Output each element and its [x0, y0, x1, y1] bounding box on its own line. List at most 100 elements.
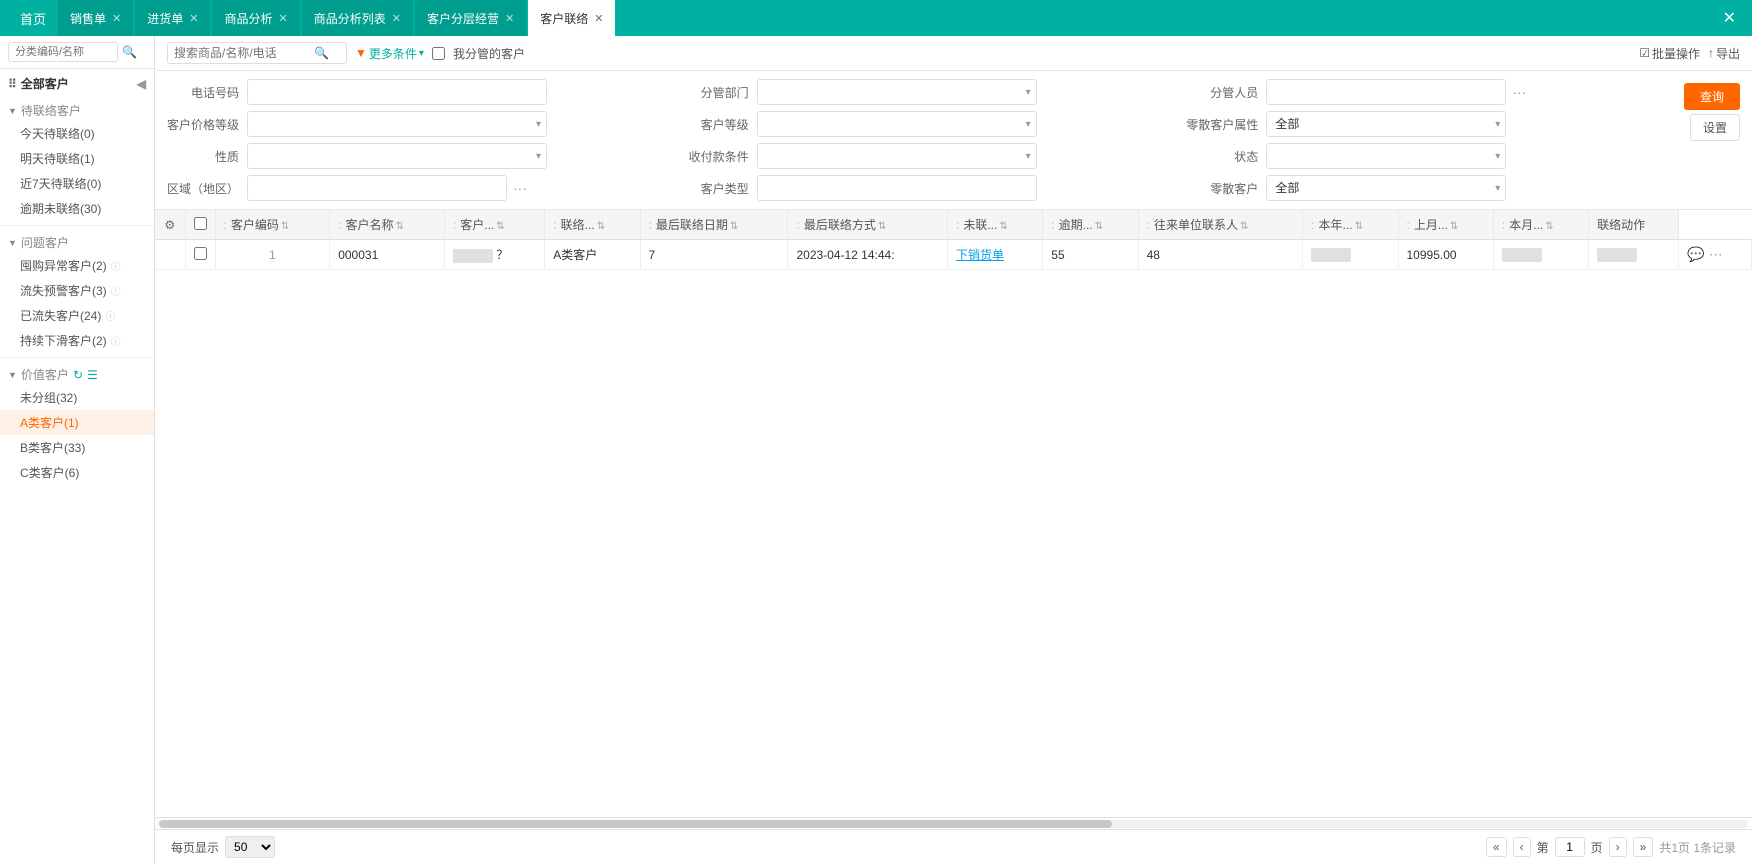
- pending-contact-group[interactable]: ▼ 待联络客户: [0, 98, 154, 121]
- region-input[interactable]: [247, 175, 507, 201]
- settings-button[interactable]: 设置: [1690, 114, 1740, 141]
- region-dots[interactable]: ···: [507, 180, 533, 196]
- col-sep-4: :: [553, 218, 556, 232]
- row-action-icon-2[interactable]: ⋯: [1709, 246, 1723, 263]
- horizontal-scrollbar[interactable]: [155, 817, 1752, 829]
- close-tab-customer-segment[interactable]: ✕: [505, 12, 514, 25]
- data-table-container: ⚙ :客户编码⇅ :客户名称⇅ :客户...⇅ :联络...⇅ :最后联络日期⇅…: [155, 210, 1752, 817]
- department-select-wrapper: ▾: [757, 79, 1037, 105]
- payment-select[interactable]: [757, 143, 1037, 169]
- col-customer-code: :客户编码⇅: [215, 210, 330, 240]
- sort-icon-contact[interactable]: ⇅: [597, 221, 605, 232]
- col-sep-11: :: [1407, 218, 1410, 232]
- row-contact-count: 7: [640, 240, 788, 270]
- scrollbar-thumb[interactable]: [159, 820, 1112, 828]
- problem-customers-group[interactable]: ▼ 问题客户: [0, 230, 154, 253]
- sidebar-item-c-class[interactable]: C类客户(6): [0, 460, 154, 485]
- more-conditions-button[interactable]: ▼ 更多条件 ▾: [355, 45, 424, 62]
- sidebar-item-loss-warning[interactable]: 流失预警客户(3) ⓘ: [0, 278, 154, 303]
- my-customers-check[interactable]: [432, 47, 445, 60]
- status-select[interactable]: [1266, 143, 1506, 169]
- sort-icon-this-month[interactable]: ⇅: [1545, 221, 1553, 232]
- department-field: 分管部门 ▾: [677, 79, 1167, 105]
- col-settings[interactable]: ⚙: [155, 210, 185, 240]
- nav-tab-customer-segment[interactable]: 客户分层经营 ✕: [415, 0, 526, 36]
- payment-select-wrapper: ▾: [757, 143, 1037, 169]
- nav-tab-analysis-list[interactable]: 商品分析列表 ✕: [302, 0, 413, 36]
- sort-icon-overdue[interactable]: ⇅: [1095, 221, 1103, 232]
- phone-label: 电话号码: [167, 84, 247, 101]
- row-checkbox[interactable]: [194, 247, 207, 260]
- close-tab-analysis[interactable]: ✕: [279, 12, 288, 25]
- col-checkbox[interactable]: [185, 210, 215, 240]
- sort-icon-name[interactable]: ⇅: [396, 221, 404, 232]
- last-page-button[interactable]: »: [1633, 837, 1654, 857]
- close-tab-purchase[interactable]: ✕: [189, 12, 198, 25]
- next-page-button[interactable]: ›: [1609, 837, 1627, 857]
- sidebar-item-lost-customers[interactable]: 已流失客户(24) ⓘ: [0, 303, 154, 328]
- phone-input[interactable]: [247, 79, 547, 105]
- sidebar-item-unclassified[interactable]: 未分组(32): [0, 385, 154, 410]
- sparse-attr-select[interactable]: 全部: [1266, 111, 1506, 137]
- nav-tab-purchase[interactable]: 进货单 ✕: [135, 0, 210, 36]
- sparse-customer-select[interactable]: 全部: [1266, 175, 1506, 201]
- sort-icon-method[interactable]: ⇅: [878, 221, 886, 232]
- last-contact-method-link[interactable]: 下销货单: [956, 248, 1004, 262]
- customer-name-placeholder: [453, 249, 493, 263]
- manager-dots[interactable]: ···: [1506, 84, 1532, 100]
- close-tab-customer-contact[interactable]: ✕: [594, 12, 603, 25]
- sort-icon-code[interactable]: ⇅: [281, 221, 289, 232]
- customer-grade-select[interactable]: [757, 111, 1037, 137]
- sort-icon-contacts[interactable]: ⇅: [1240, 221, 1248, 232]
- value-customers-group[interactable]: ▼ 价值客户 ↻ ☰: [0, 362, 154, 385]
- data-table: ⚙ :客户编码⇅ :客户名称⇅ :客户...⇅ :联络...⇅ :最后联络日期⇅…: [155, 210, 1752, 270]
- close-tab-analysis-list[interactable]: ✕: [392, 12, 401, 25]
- customer-type-input[interactable]: [757, 175, 1037, 201]
- prev-page-button[interactable]: ‹: [1513, 837, 1531, 857]
- batch-operation-button[interactable]: ☑ 批量操作: [1639, 45, 1700, 62]
- nav-tab-analysis[interactable]: 商品分析 ✕: [212, 0, 299, 36]
- sort-icon-last-month[interactable]: ⇅: [1450, 221, 1458, 232]
- row-action-icon-1[interactable]: 💬: [1687, 246, 1704, 263]
- my-customers-checkbox[interactable]: 我分管的客户: [432, 45, 525, 62]
- sidebar-search-icon[interactable]: 🔍: [122, 45, 137, 59]
- nav-home[interactable]: 首页: [8, 0, 58, 36]
- nature-select[interactable]: [247, 143, 547, 169]
- sidebar-item-today-contact[interactable]: 今天待联络(0): [0, 121, 154, 146]
- sort-icon-date[interactable]: ⇅: [730, 221, 738, 232]
- sidebar-item-b-class[interactable]: B类客户(33): [0, 435, 154, 460]
- query-button[interactable]: 查询: [1684, 83, 1740, 110]
- page-input[interactable]: [1555, 837, 1585, 857]
- region-field: 区域（地区） ···: [167, 175, 657, 201]
- department-select[interactable]: [757, 79, 1037, 105]
- price-grade-select-wrapper: ▾: [247, 111, 547, 137]
- col-customer-type: :客户...⇅: [444, 210, 544, 240]
- filter-row-4: 区域（地区） ··· 客户类型 零散客户 全部: [167, 175, 1676, 201]
- sidebar-item-7days-contact[interactable]: 近7天待联络(0): [0, 171, 154, 196]
- select-all-checkbox[interactable]: [194, 217, 207, 230]
- search-input[interactable]: [174, 46, 314, 60]
- nav-tab-sales[interactable]: 销售单 ✕: [58, 0, 133, 36]
- sort-icon-type[interactable]: ⇅: [496, 221, 504, 232]
- sidebar-search-input[interactable]: [8, 42, 118, 62]
- sidebar-item-a-class[interactable]: A类客户(1): [0, 410, 154, 435]
- search-button[interactable]: 🔍: [314, 46, 329, 60]
- global-close-button[interactable]: ✕: [1715, 8, 1744, 28]
- refresh-icon[interactable]: ↻: [73, 368, 83, 382]
- sidebar-item-overdue-contact[interactable]: 逾期未联络(30): [0, 196, 154, 221]
- close-tab-sales[interactable]: ✕: [112, 12, 121, 25]
- first-page-button[interactable]: «: [1486, 837, 1507, 857]
- sidebar-item-tomorrow-contact[interactable]: 明天待联络(1): [0, 146, 154, 171]
- sidebar-item-abnormal-purchase[interactable]: 囤购异常客户(2) ⓘ: [0, 253, 154, 278]
- sort-icon-not-contact[interactable]: ⇅: [999, 221, 1007, 232]
- price-grade-select[interactable]: [247, 111, 547, 137]
- sidebar-item-declining-customers[interactable]: 持续下滑客户(2) ⓘ: [0, 328, 154, 353]
- nav-tab-customer-contact[interactable]: 客户联络 ✕: [528, 0, 615, 36]
- sort-icon-year[interactable]: ⇅: [1355, 221, 1363, 232]
- manager-input[interactable]: [1266, 79, 1506, 105]
- per-page-select[interactable]: 50: [225, 836, 275, 858]
- row-this-month: [1589, 240, 1679, 270]
- edit-icon[interactable]: ☰: [87, 368, 98, 382]
- all-customers-header[interactable]: ⠿ 全部客户 ◀: [0, 69, 154, 98]
- export-button[interactable]: ↑ 导出: [1708, 45, 1740, 62]
